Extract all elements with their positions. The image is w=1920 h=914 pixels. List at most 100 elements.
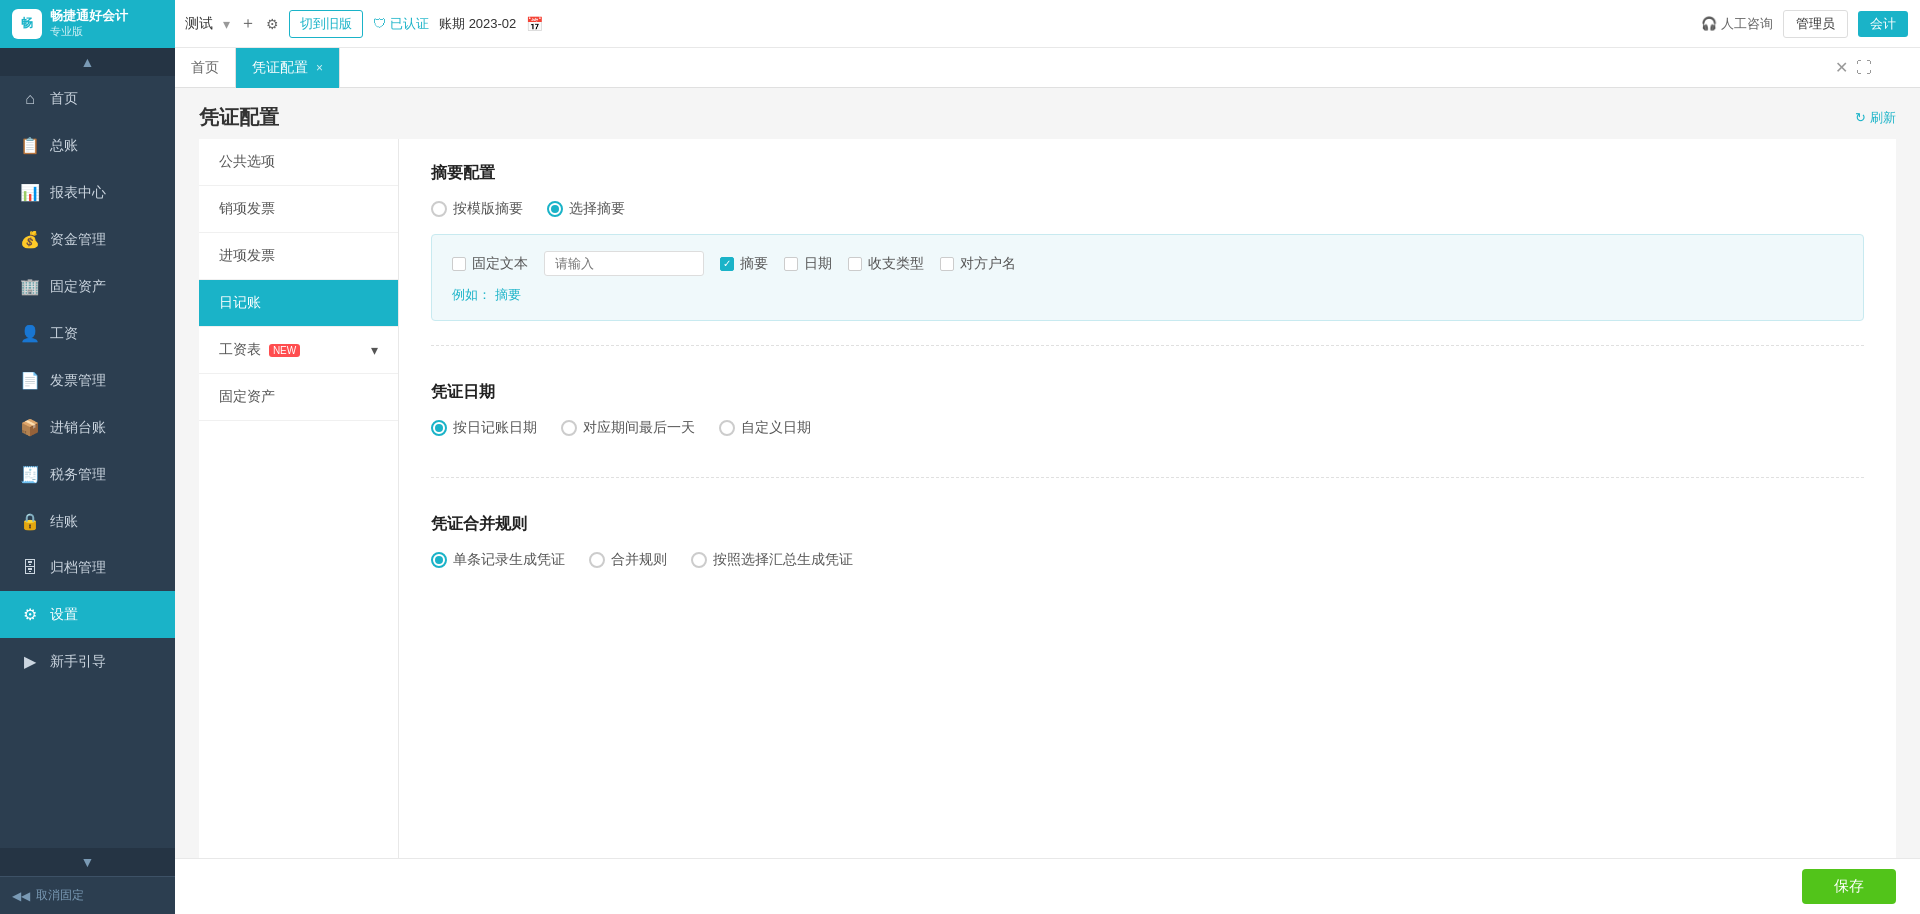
sidebar-item-label: 工资 [50,325,78,343]
sidebar-item-label: 新手引导 [50,653,106,671]
sidebar-item-newbie[interactable]: ▶ 新手引导 [0,638,175,685]
admin-button[interactable]: 管理员 [1783,10,1848,38]
sidebar-item-assets[interactable]: 🏢 固定资产 [0,263,175,310]
sidebar-item-archive[interactable]: 🗄 归档管理 [0,545,175,591]
radio-template-abstract[interactable]: 按模版摘要 [431,200,523,218]
refresh-button[interactable]: ↻ 刷新 [1855,109,1896,127]
tab-home[interactable]: 首页 [175,48,236,88]
headset-icon: 🎧 [1701,16,1717,31]
sidebar-item-label: 总账 [50,137,78,155]
radio-circle-checked [431,552,447,568]
sidebar: ▲ ⌂ 首页 📋 总账 📊 报表中心 💰 资金管理 🏢 固定资产 [0,48,175,914]
radio-merge[interactable]: 合并规则 [589,551,667,569]
cancel-fixed-button[interactable]: ◀◀ 取消固定 [0,876,175,914]
close-window-icon[interactable]: ✕ [1835,58,1848,77]
tab-close-icon[interactable]: × [316,61,323,75]
radio-select-abstract[interactable]: 选择摘要 [547,200,625,218]
sidebar-item-reports[interactable]: 📊 报表中心 [0,169,175,216]
radio-circle [561,420,577,436]
finance-icon: 💰 [20,230,40,249]
abstract-config-row: 固定文本 ✓ 摘要 日期 [452,251,1843,276]
checkbox-counterpart[interactable]: 对方户名 [940,255,1016,273]
sidebar-item-label: 结账 [50,513,78,531]
home-icon: ⌂ [20,90,40,108]
radio-circle [691,552,707,568]
sidebar-item-tax[interactable]: 🧾 税务管理 [0,451,175,498]
reports-icon: 📊 [20,183,40,202]
sidebar-item-settings[interactable]: ⚙ 设置 [0,591,175,638]
abstract-config-box: 固定文本 ✓ 摘要 日期 [431,234,1864,321]
sidebar-item-label: 税务管理 [50,466,106,484]
section-abstract: 摘要配置 按模版摘要 选择摘要 [431,163,1864,346]
tab-bar: 首页 凭证配置 × ✕ ⛶ [175,48,1920,88]
archive-icon: 🗄 [20,559,40,577]
settings-icon[interactable]: ⚙ [266,16,279,32]
checkbox-checked: ✓ [720,257,734,271]
config-nav-payroll[interactable]: 工资表 NEW ▾ [199,327,398,374]
tax-icon: 🧾 [20,465,40,484]
radio-circle-checked [431,420,447,436]
calendar-icon[interactable]: 📅 [526,16,543,32]
config-nav: 公共选项 销项发票 进项发票 日记账 工资表 NEW [199,139,399,858]
checkbox-date[interactable]: 日期 [784,255,832,273]
sidebar-item-label: 固定资产 [50,278,106,296]
sidebar-scroll-down[interactable]: ▼ [0,848,175,876]
sidebar-item-salary[interactable]: 👤 工资 [0,310,175,357]
sidebar-item-purchase-sales[interactable]: 📦 进销台账 [0,404,175,451]
checkbox-fixed-text[interactable]: 固定文本 [452,255,528,273]
expand-icon[interactable]: ⛶ [1856,59,1872,77]
radio-single[interactable]: 单条记录生成凭证 [431,551,565,569]
sidebar-item-label: 发票管理 [50,372,106,390]
tab-voucher-config[interactable]: 凭证配置 × [236,48,340,88]
sidebar-item-close[interactable]: 🔒 结账 [0,498,175,545]
project-dropdown-icon[interactable]: ▾ [223,16,230,32]
radio-custom-date[interactable]: 自定义日期 [719,419,811,437]
invoice-mgmt-icon: 📄 [20,371,40,390]
fixed-text-input[interactable] [544,251,704,276]
certified-status: 🛡 已认证 [373,15,429,33]
checkbox-box [940,257,954,271]
radio-journal-date[interactable]: 按日记账日期 [431,419,537,437]
tab-actions: ✕ ⛶ [1835,58,1880,77]
sidebar-item-label: 设置 [50,606,78,624]
sidebar-item-label: 首页 [50,90,78,108]
checkbox-box [452,257,466,271]
radio-select-merge[interactable]: 按照选择汇总生成凭证 [691,551,853,569]
checkbox-type[interactable]: 收支类型 [848,255,924,273]
config-nav-purchase-invoice[interactable]: 进项发票 [199,233,398,280]
abstract-radio-group: 按模版摘要 选择摘要 [431,200,1864,218]
service-button[interactable]: 🎧 人工咨询 [1701,15,1773,33]
radio-period-last[interactable]: 对应期间最后一天 [561,419,695,437]
ledger-icon: 📋 [20,136,40,155]
close-books-icon: 🔒 [20,512,40,531]
page-header: 凭证配置 ↻ 刷新 [175,88,1920,139]
assets-icon: 🏢 [20,277,40,296]
sidebar-item-home[interactable]: ⌂ 首页 [0,76,175,122]
sidebar-scroll-up[interactable]: ▲ [0,48,175,76]
config-nav-fixed-assets[interactable]: 固定资产 [199,374,398,421]
config-nav-sales-invoice[interactable]: 销项发票 [199,186,398,233]
voucher-date-radio-group: 按日记账日期 对应期间最后一天 自定义日期 [431,419,1864,437]
sidebar-item-ledger[interactable]: 📋 总账 [0,122,175,169]
checkbox-abstract[interactable]: ✓ 摘要 [720,255,768,273]
radio-circle [719,420,735,436]
radio-circle [589,552,605,568]
section-title-merge-rule: 凭证合并规则 [431,514,1864,535]
section-title-voucher-date: 凭证日期 [431,382,1864,403]
sidebar-item-finance[interactable]: 💰 资金管理 [0,216,175,263]
shield-icon: 🛡 [373,16,386,31]
config-nav-journal[interactable]: 日记账 [199,280,398,327]
config-nav-public[interactable]: 公共选项 [199,139,398,186]
role-badge: 会计 [1858,11,1908,37]
sidebar-item-invoice-mgmt[interactable]: 📄 发票管理 [0,357,175,404]
add-icon[interactable]: ＋ [240,13,256,34]
logo-area: 畅 畅捷通好会计 专业版 [0,0,175,48]
sidebar-item-label: 资金管理 [50,231,106,249]
top-header: 畅 畅捷通好会计 专业版 测试 ▾ ＋ ⚙ 切到旧版 🛡 已认证 账期 2023… [0,0,1920,48]
switch-old-button[interactable]: 切到旧版 [289,10,363,38]
page-content: 凭证配置 ↻ 刷新 公共选项 销项发票 进项发票 [175,88,1920,858]
purchase-sales-icon: 📦 [20,418,40,437]
content-area: 首页 凭证配置 × ✕ ⛶ 凭证配置 ↻ 刷新 [175,48,1920,914]
save-button[interactable]: 保存 [1802,869,1896,904]
unpin-icon: ◀◀ [12,889,30,903]
